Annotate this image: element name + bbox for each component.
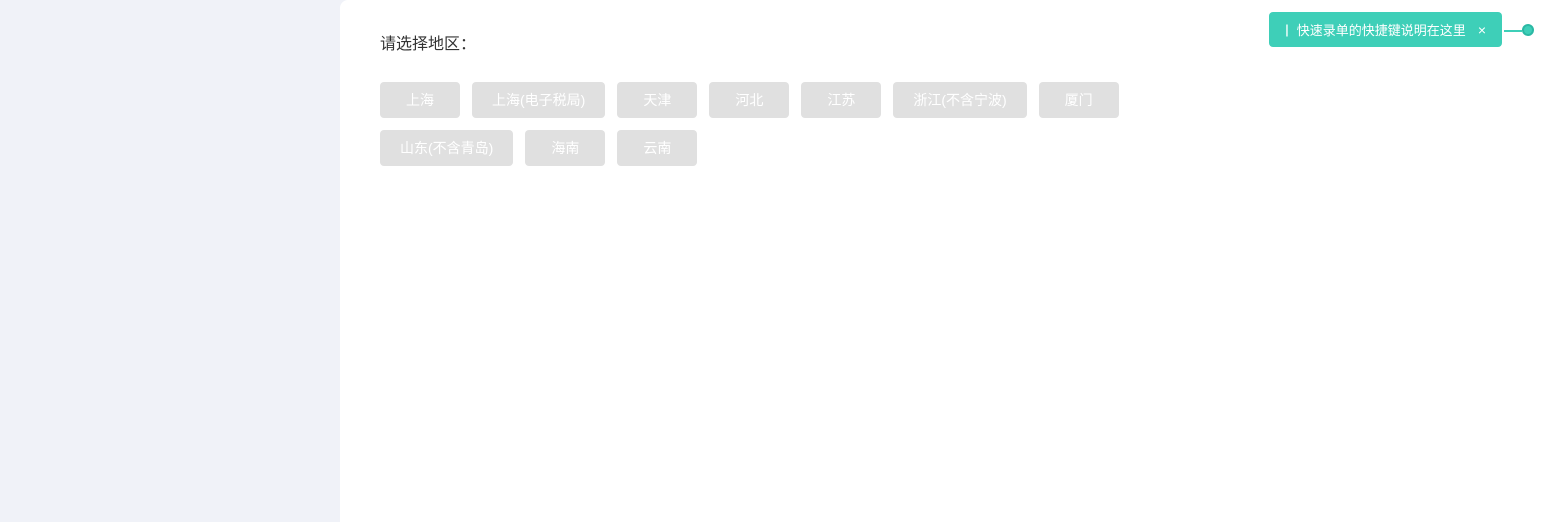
- region-btn-jiangsu[interactable]: 江苏: [801, 82, 881, 118]
- main-content: 请选择地区： 上海上海(电子税局)天津河北江苏浙江(不含宁波)厦门 山东(不含青…: [340, 0, 1562, 522]
- region-row-2: 山东(不含青岛) 海南云南: [380, 130, 1522, 166]
- tooltip-close-button[interactable]: ×: [1478, 22, 1486, 38]
- region-btn-tianjin[interactable]: 天津: [617, 82, 697, 118]
- tooltip-banner: 快速录单的快捷键说明在这里 ×: [1269, 12, 1502, 47]
- region-btn-hebei[interactable]: 河北: [709, 82, 789, 118]
- region-btn-xiamen[interactable]: 厦门: [1039, 82, 1119, 118]
- tooltip-connector-line: [1504, 30, 1522, 32]
- tooltip-text: 快速录单的快捷键说明在这里: [1297, 20, 1466, 39]
- left-sidebar: [0, 0, 340, 522]
- region-btn-hainan[interactable]: 海南: [525, 130, 605, 166]
- region-row-1: 上海上海(电子税局) 天津河北江苏浙江(不含宁波) 厦门: [380, 82, 1522, 118]
- region-btn-shanghai[interactable]: 上海: [380, 82, 460, 118]
- region-btn-shandong[interactable]: 山东(不含青岛): [380, 130, 513, 166]
- region-btn-shanghai-esb[interactable]: 上海(电子税局): [472, 82, 605, 118]
- tooltip-dot: [1522, 24, 1534, 36]
- region-btn-yunnan[interactable]: 云南: [617, 130, 697, 166]
- region-btn-zhejiang[interactable]: 浙江(不含宁波): [893, 82, 1026, 118]
